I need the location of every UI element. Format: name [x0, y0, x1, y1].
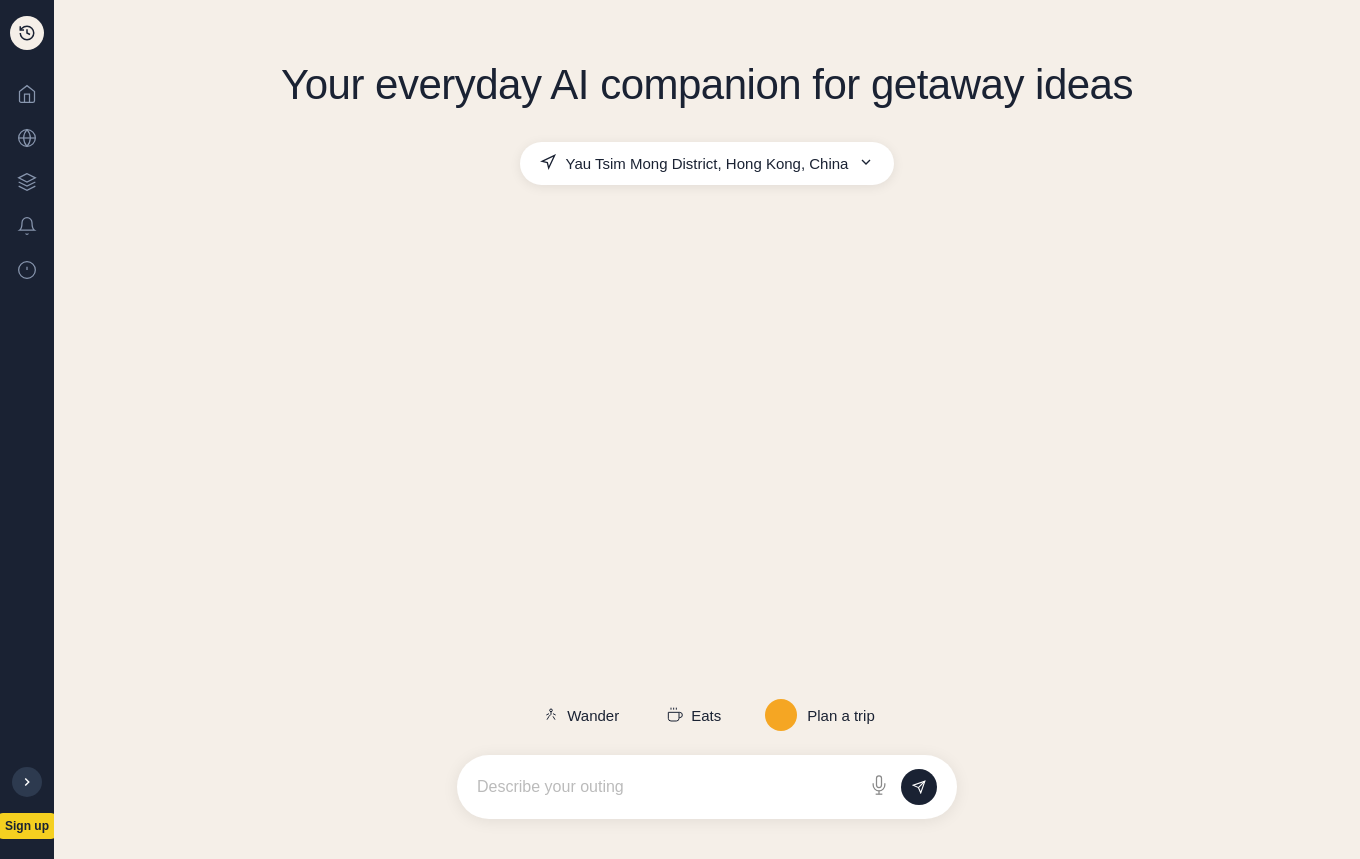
sidebar-item-notifications[interactable] [7, 206, 47, 246]
tab-plan-trip-label: Plan a trip [807, 707, 875, 724]
send-button[interactable] [901, 769, 937, 805]
mic-icon[interactable] [869, 775, 889, 800]
location-selector[interactable]: Yau Tsim Mong District, Hong Kong, China [520, 142, 895, 185]
signup-button[interactable]: Sign up [0, 813, 57, 839]
location-icon [540, 154, 556, 173]
tab-eats-label: Eats [691, 707, 721, 724]
sidebar-item-explore[interactable] [7, 118, 47, 158]
svg-marker-6 [542, 156, 555, 169]
sidebar-expand-button[interactable] [12, 767, 42, 797]
plan-trip-dot [765, 699, 797, 731]
tab-eats[interactable]: Eats [647, 697, 741, 734]
tab-wander[interactable]: Wander [523, 697, 639, 734]
sidebar-item-info[interactable] [7, 250, 47, 290]
search-bar [457, 755, 957, 819]
svg-point-7 [550, 709, 553, 712]
tab-plan-trip[interactable]: Plan a trip [749, 691, 891, 739]
sidebar-item-home[interactable] [7, 74, 47, 114]
chevron-down-icon [858, 154, 874, 173]
main-content: Your everyday AI companion for getaway i… [54, 0, 1360, 859]
tab-wander-label: Wander [567, 707, 619, 724]
hero-title: Your everyday AI companion for getaway i… [281, 60, 1133, 110]
search-input[interactable] [477, 778, 857, 796]
bottom-area: Wander Eats Plan a trip [54, 691, 1360, 819]
sidebar: Sign up [0, 0, 54, 859]
sidebar-item-layers[interactable] [7, 162, 47, 202]
sidebar-nav [7, 74, 47, 759]
mode-tabs: Wander Eats Plan a trip [523, 691, 891, 739]
location-text: Yau Tsim Mong District, Hong Kong, China [566, 155, 849, 172]
svg-marker-2 [19, 174, 36, 182]
sidebar-logo[interactable] [10, 16, 44, 50]
